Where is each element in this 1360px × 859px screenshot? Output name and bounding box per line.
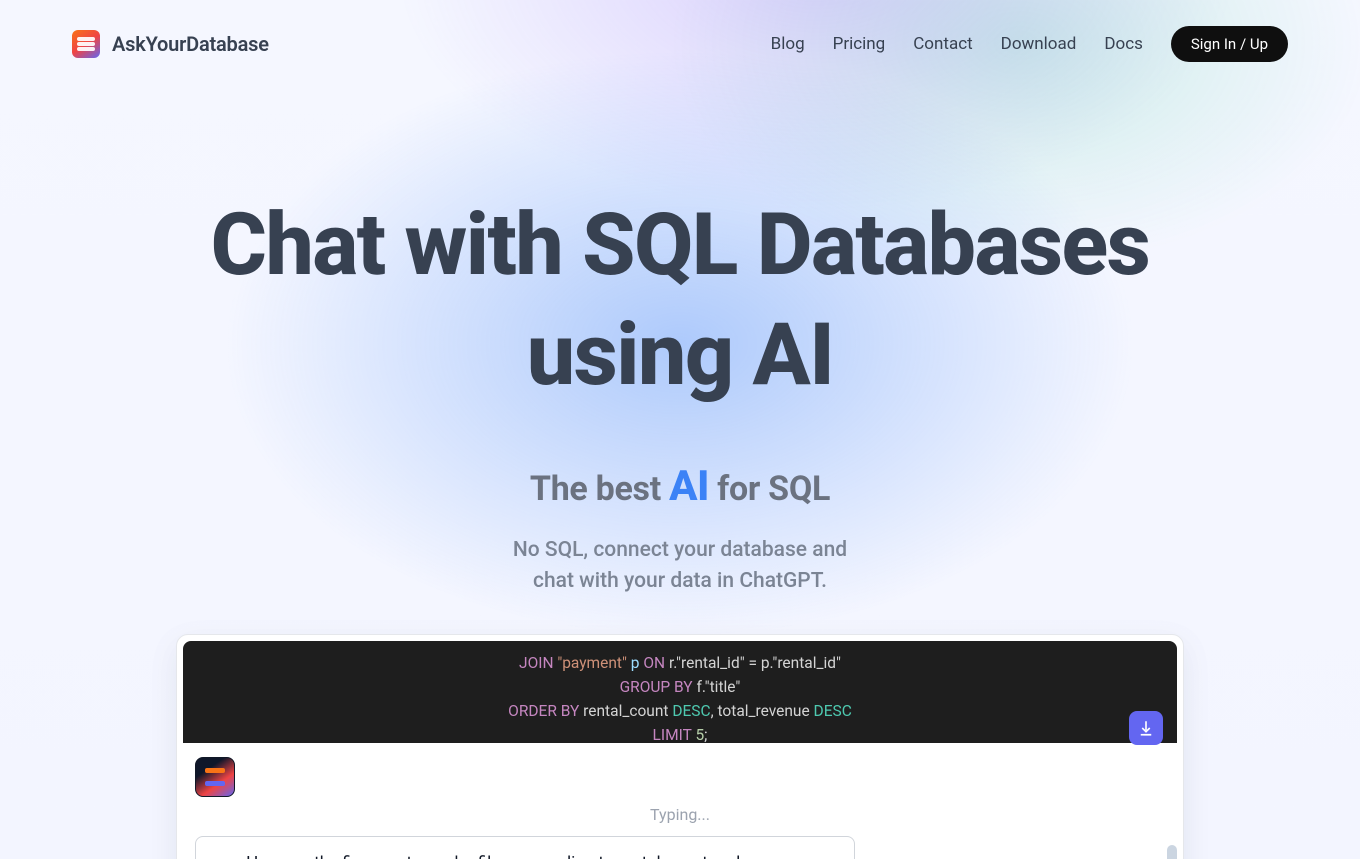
chat-area: Typing... Here are the five most popular… xyxy=(183,743,1177,859)
assistant-avatar-icon xyxy=(195,757,235,797)
hero-lead: No SQL, connect your database and chat w… xyxy=(0,535,1360,596)
logo-icon xyxy=(72,30,100,58)
nav-pricing[interactable]: Pricing xyxy=(833,34,886,54)
code-line-1: JOIN "payment" p ON r."rental_id" = p."r… xyxy=(201,651,1159,675)
assistant-message: Here are the five most popular films acc… xyxy=(195,836,855,859)
signin-button[interactable]: Sign In / Up xyxy=(1171,26,1288,62)
typing-indicator: Typing... xyxy=(195,805,1165,824)
nav-docs[interactable]: Docs xyxy=(1104,34,1143,54)
hero-subhead: The best AI for SQL xyxy=(0,462,1360,511)
main-nav: Blog Pricing Contact Download Docs Sign … xyxy=(771,26,1288,62)
subhead-before: The best xyxy=(530,469,669,509)
scrollbar-thumb[interactable] xyxy=(1167,845,1177,859)
download-sql-button[interactable] xyxy=(1129,711,1163,745)
nav-blog[interactable]: Blog xyxy=(771,34,805,54)
hero: Chat with SQL Databases using AI The bes… xyxy=(0,70,1360,859)
nav-contact[interactable]: Contact xyxy=(913,34,972,54)
showcase-card: JOIN "payment" p ON r."rental_id" = p."r… xyxy=(176,634,1184,859)
nav-download[interactable]: Download xyxy=(1001,34,1077,54)
subhead-after: for SQL xyxy=(709,469,830,509)
brand[interactable]: AskYourDatabase xyxy=(72,30,269,58)
site-header: AskYourDatabase Blog Pricing Contact Dow… xyxy=(0,0,1360,70)
lead-line-1: No SQL, connect your database and xyxy=(0,535,1360,565)
lead-line-2: chat with your data in ChatGPT. xyxy=(0,566,1360,596)
code-line-2: GROUP BY f."title" xyxy=(201,675,1159,699)
code-line-4: LIMIT 5; xyxy=(201,723,1159,743)
download-icon xyxy=(1137,719,1155,737)
sql-code-block: JOIN "payment" p ON r."rental_id" = p."r… xyxy=(183,641,1177,743)
brand-name: AskYourDatabase xyxy=(112,32,269,56)
hero-title: Chat with SQL Databases using AI xyxy=(150,190,1210,410)
code-line-3: ORDER BY rental_count DESC, total_revenu… xyxy=(201,699,1159,723)
subhead-ai: AI xyxy=(669,462,709,511)
assistant-message-text: Here are the five most popular films acc… xyxy=(212,851,838,859)
